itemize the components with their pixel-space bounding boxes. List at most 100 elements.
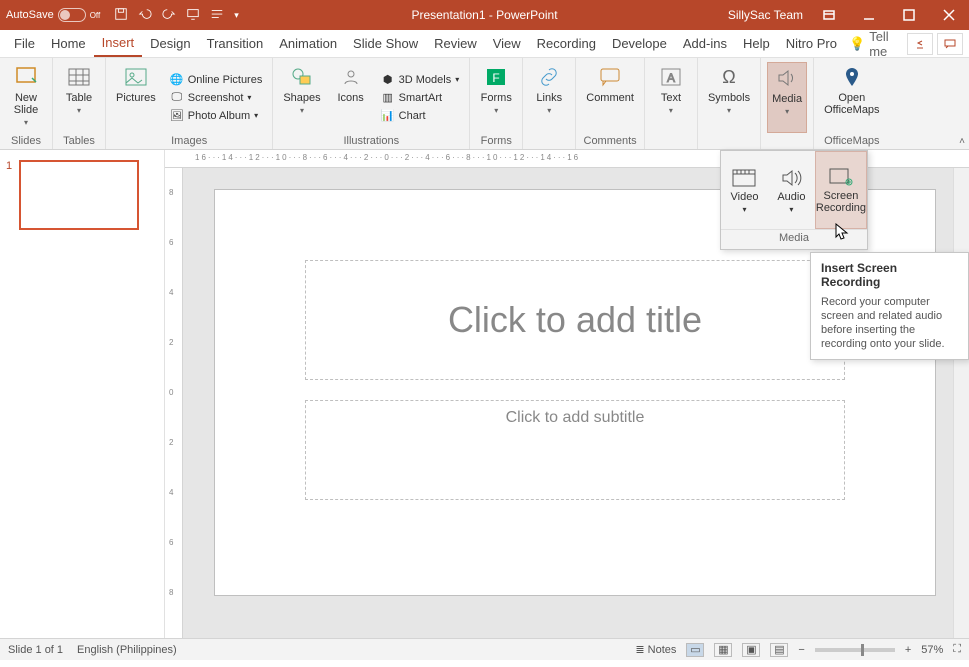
reading-view-icon[interactable]: ▣ [742,643,760,657]
slideshow-view-icon[interactable]: ▤ [770,643,788,657]
media-button[interactable]: Media▾ [767,62,807,133]
smartart-icon: ▥ [381,91,395,105]
omega-icon: Ω [715,64,743,90]
vertical-scrollbar[interactable] [953,168,969,638]
table-label: Table [66,92,92,104]
smartart-button[interactable]: ▥SmartArt [377,90,464,106]
sorter-view-icon[interactable]: ▦ [714,643,732,657]
forms-button[interactable]: F Forms▾ [476,62,516,133]
table-button[interactable]: Table ▾ [59,62,99,133]
tab-insert[interactable]: Insert [94,30,143,57]
audio-button[interactable]: Audio▾ [768,151,815,229]
pictures-label: Pictures [116,92,156,104]
svg-text:F: F [493,71,500,85]
minimize-icon[interactable] [849,0,889,30]
group-tables-label: Tables [59,133,99,149]
qat-more-icon[interactable] [210,7,224,24]
normal-view-icon[interactable]: ▭ [686,643,704,657]
zoom-level[interactable]: 57% [921,644,943,656]
media-dropdown-footer: Media [721,229,867,246]
slide-canvas[interactable]: Click to add title Click to add subtitle [215,190,935,595]
group-symbols: Ω Symbols▾ [698,58,761,149]
video-button[interactable]: Video▾ [721,151,768,229]
tab-developer[interactable]: Develope [604,30,675,57]
screen-recording-icon [827,166,855,188]
tooltip: Insert Screen Recording Record your comp… [810,252,969,360]
fit-to-window-icon[interactable]: ⛶ [953,643,961,656]
autosave-toggle[interactable]: AutoSave Off [0,8,106,22]
thumb-number: 1 [6,160,12,172]
tab-home[interactable]: Home [43,30,94,57]
zoom-out-icon[interactable]: − [798,644,804,656]
comments-button[interactable] [937,33,963,55]
zoom-slider[interactable] [815,648,895,652]
notes-button[interactable]: ≣ Notes [635,643,676,656]
subtitle-placeholder[interactable]: Click to add subtitle [305,400,845,500]
group-illustrations-label: Illustrations [279,133,463,149]
undo-icon[interactable] [138,7,152,24]
tab-transition[interactable]: Transition [199,30,272,57]
screenshot-button[interactable]: 🖵Screenshot▾ [166,90,267,106]
tab-nitropro[interactable]: Nitro Pro [778,30,845,57]
ribbon-tabs: File Home Insert Design Transition Anima… [0,30,969,58]
group-illustrations: Shapes▾ Icons ⬢3D Models▾ ▥SmartArt 📊Cha… [273,58,470,149]
close-icon[interactable] [929,0,969,30]
chart-icon: 📊 [381,109,395,123]
zoom-in-icon[interactable]: + [905,644,911,656]
pictures-button[interactable]: Pictures [112,62,160,133]
thumbnail-pane[interactable]: 1 [0,150,165,638]
share-button[interactable] [907,33,933,55]
tab-view[interactable]: View [485,30,529,57]
new-slide-button[interactable]: New Slide ▾ [6,62,46,133]
maximize-icon[interactable] [889,0,929,30]
tab-animation[interactable]: Animation [271,30,345,57]
ruler-vertical: 8 6 4 2 0 2 4 6 8 [165,168,183,638]
qat-customize-icon[interactable]: ▾ [234,10,239,21]
3d-models-button[interactable]: ⬢3D Models▾ [377,72,464,88]
tab-addins[interactable]: Add-ins [675,30,735,57]
group-officemaps-label: OfficeMaps [820,133,883,149]
save-icon[interactable] [114,7,128,24]
tab-recording[interactable]: Recording [529,30,604,57]
group-forms: F Forms▾ Forms [470,58,523,149]
group-tables: Table ▾ Tables [53,58,106,149]
quick-access-toolbar: ▾ [106,7,247,24]
tab-slideshow[interactable]: Slide Show [345,30,426,57]
tab-review[interactable]: Review [426,30,485,57]
redo-icon[interactable] [162,7,176,24]
group-slides-label: Slides [6,133,46,149]
ribbon-display-icon[interactable] [809,0,849,30]
cube-icon: ⬢ [381,73,395,87]
screenshot-icon: 🖵 [170,91,184,105]
slide-thumbnail[interactable] [19,160,139,230]
video-icon [730,167,758,189]
symbols-button[interactable]: Ω Symbols▾ [704,62,754,133]
chart-button[interactable]: 📊Chart [377,108,464,124]
tooltip-title: Insert Screen Recording [821,261,958,289]
tell-me-search[interactable]: 💡 Tell me [849,29,907,59]
screen-recording-button[interactable]: Screen Recording [815,151,867,229]
tab-design[interactable]: Design [142,30,198,57]
icons-button[interactable]: Icons [331,62,371,133]
language[interactable]: English (Philippines) [77,644,177,656]
tab-help[interactable]: Help [735,30,778,57]
online-pictures-button[interactable]: 🌐Online Pictures [166,72,267,88]
title-placeholder[interactable]: Click to add title [305,260,845,380]
map-pin-icon [838,64,866,90]
links-button[interactable]: Links▾ [529,62,569,133]
collapse-ribbon-icon[interactable]: ˄ [959,136,965,147]
user-name[interactable]: SillySac Team [728,8,809,22]
text-button[interactable]: A Text▾ [651,62,691,133]
group-slides: New Slide ▾ Slides [0,58,53,149]
slide-count[interactable]: Slide 1 of 1 [8,644,63,656]
photo-album-button[interactable]: 🖼Photo Album▾ [166,108,267,124]
tab-file[interactable]: File [6,30,43,57]
media-dropdown: Video▾ Audio▾ Screen Recording Media [720,150,868,250]
start-from-beginning-icon[interactable] [186,7,200,24]
comment-button[interactable]: Comment [582,62,638,133]
shapes-button[interactable]: Shapes▾ [279,62,324,133]
open-officemaps-button[interactable]: Open OfficeMaps [820,62,883,133]
audio-icon [777,167,805,189]
group-comments: Comment Comments [576,58,645,149]
tell-me-label: Tell me [869,29,907,59]
